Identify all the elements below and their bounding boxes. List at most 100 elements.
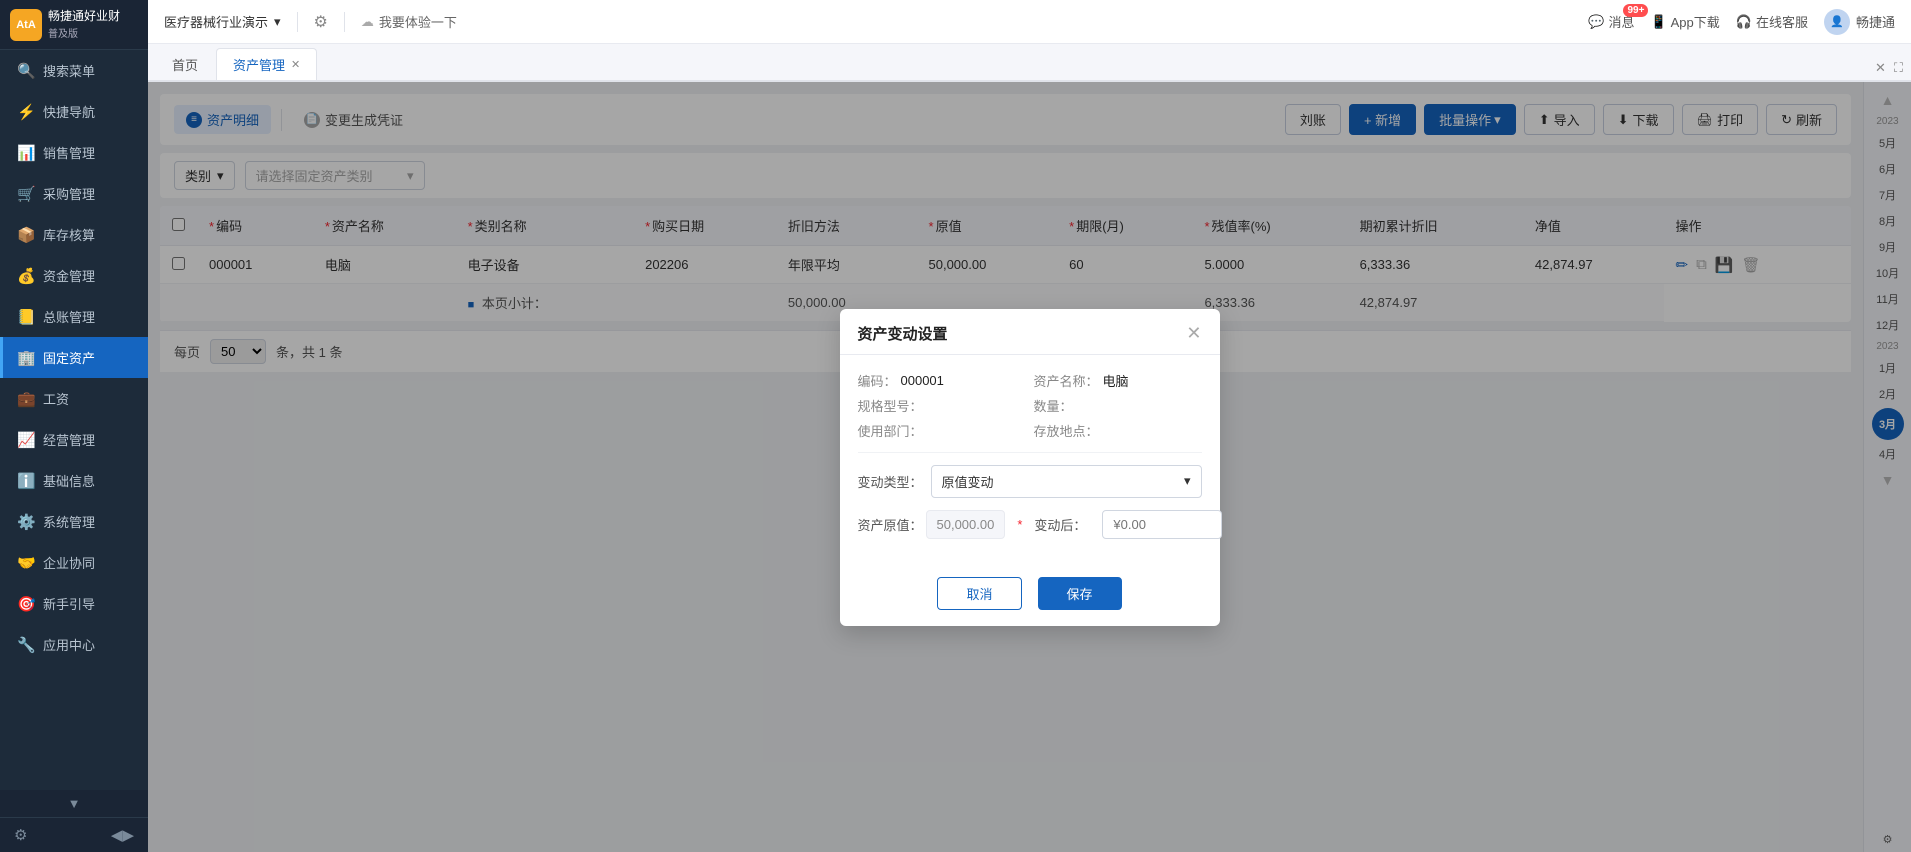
sidebar-item-label: 采购管理 — [43, 184, 95, 203]
sidebar-item-quicknav[interactable]: ⚡ 快捷导航 — [0, 91, 148, 132]
topbar-divider — [297, 12, 298, 32]
fixed-assets-icon: 🏢 — [17, 349, 35, 367]
quicknav-icon: ⚡ — [17, 103, 35, 121]
asset-change-modal: 资产变动设置 ✕ 编码： 000001 资产名称： 电脑 — [840, 309, 1220, 626]
basic-info-icon: ℹ️ — [17, 472, 35, 490]
app-download-button[interactable]: 📱 App下载 — [1650, 12, 1719, 31]
save-button[interactable]: 保存 — [1038, 577, 1122, 610]
change-type-select[interactable]: 原值变动 ▾ — [931, 465, 1202, 498]
sidebar-item-system[interactable]: ⚙️ 系统管理 — [0, 501, 148, 542]
username: 畅捷通 — [1856, 12, 1895, 31]
sidebar-item-label: 新手引导 — [43, 594, 95, 613]
window-minimize-icon[interactable]: ✕ — [1875, 60, 1886, 76]
modal-body: 编码： 000001 资产名称： 电脑 规格型号： 数量： — [840, 355, 1220, 567]
modal-title: 资产变动设置 — [858, 323, 948, 344]
company-name: 医疗器械行业演示 — [164, 12, 268, 31]
feedback-icon: ☁ — [361, 14, 374, 30]
logo-icon: AtA — [10, 9, 42, 41]
modal-header: 资产变动设置 ✕ — [840, 309, 1220, 355]
required-marker: * — [1017, 517, 1022, 532]
after-value-input[interactable] — [1102, 510, 1222, 539]
modal-code-item: 编码： 000001 — [858, 371, 1026, 390]
sidebar-item-label: 销售管理 — [43, 143, 95, 162]
tab-home[interactable]: 首页 — [156, 49, 214, 80]
online-service-button[interactable]: 🎧 在线客服 — [1736, 12, 1808, 31]
sidebar-item-label: 快捷导航 — [43, 102, 95, 121]
change-type-label: 变动类型： — [858, 472, 923, 491]
modal-footer: 取消 保存 — [840, 567, 1220, 626]
collab-icon: 🤝 — [17, 554, 35, 572]
guide-icon: 🎯 — [17, 595, 35, 613]
topbar-divider2 — [344, 12, 345, 32]
sidebar-item-guide[interactable]: 🎯 新手引导 — [0, 583, 148, 624]
sidebar-item-label: 资金管理 — [43, 266, 95, 285]
sidebar-item-search[interactable]: 🔍 搜索菜单 — [0, 50, 148, 91]
company-selector[interactable]: 医疗器械行业演示 ▾ — [164, 12, 281, 31]
sidebar-nav: 🔍 搜索菜单 ⚡ 快捷导航 📊 销售管理 🛒 采购管理 📦 库存核算 💰 资金管… — [0, 50, 148, 790]
company-dropdown-icon: ▾ — [274, 14, 281, 30]
sidebar-item-finance[interactable]: 💰 资金管理 — [0, 255, 148, 296]
cancel-button[interactable]: 取消 — [937, 577, 1021, 610]
modal-code-label: 编码： — [858, 371, 897, 390]
window-maximize-icon[interactable]: ⛶ — [1894, 60, 1903, 76]
collapse-icon[interactable]: ◀▶ — [111, 826, 134, 844]
notification-button[interactable]: 💬 消息 99+ — [1588, 12, 1634, 31]
sidebar-item-payroll[interactable]: 💼 工资 — [0, 378, 148, 419]
ledger-icon: 📒 — [17, 308, 35, 326]
content-area: ≡ 资产明细 📄 变更生成凭证 刘账 + 新增 批量操作 — [148, 82, 1911, 852]
modal-close-icon[interactable]: ✕ — [1186, 324, 1201, 342]
sidebar-logo: AtA 畅捷通好业财 普及版 — [0, 0, 148, 50]
modal-qty-label: 数量： — [1034, 396, 1073, 415]
payroll-icon: 💼 — [17, 390, 35, 408]
sidebar-item-label: 经营管理 — [43, 430, 95, 449]
sidebar-item-purchase[interactable]: 🛒 采购管理 — [0, 173, 148, 214]
modal-dept-label: 使用部门： — [858, 421, 923, 440]
original-value-display: 50,000.00 — [926, 510, 1006, 539]
change-type-field: 原值变动 ▾ — [931, 465, 1202, 498]
modal-name-label: 资产名称： — [1034, 371, 1099, 390]
purchase-icon: 🛒 — [17, 185, 35, 203]
notification-badge: 99+ — [1623, 4, 1648, 17]
app-download-icon: 📱 — [1650, 14, 1666, 30]
sidebar-item-basic-info[interactable]: ℹ️ 基础信息 — [0, 460, 148, 501]
modal-location-label: 存放地点： — [1034, 421, 1099, 440]
user-menu[interactable]: 👤 畅捷通 — [1824, 9, 1895, 35]
sidebar-item-label: 搜索菜单 — [43, 61, 95, 80]
operations-icon: 📈 — [17, 431, 35, 449]
tab-asset-management[interactable]: 资产管理 ✕ — [216, 48, 317, 80]
sidebar-item-fixed-assets[interactable]: 🏢 固定资产 — [0, 337, 148, 378]
topbar: 医疗器械行业演示 ▾ ⚙ ☁ 我要体验一下 💬 消息 99+ 📱 App下载 🎧… — [148, 0, 1911, 44]
settings-icon[interactable]: ⚙ — [14, 826, 27, 844]
service-label: 在线客服 — [1756, 12, 1808, 31]
sidebar-bottom: ⚙ ◀▶ — [0, 817, 148, 852]
app-name: 畅捷通好业财 — [48, 9, 120, 25]
sidebar-item-inventory[interactable]: 📦 库存核算 — [0, 214, 148, 255]
sidebar-scroll-down[interactable]: ▼ — [0, 790, 148, 817]
sales-icon: 📊 — [17, 144, 35, 162]
app-edition: 普及版 — [48, 25, 120, 40]
sidebar-item-label: 工资 — [43, 389, 69, 408]
modal-spec-item: 规格型号： — [858, 396, 1026, 415]
inventory-icon: 📦 — [17, 226, 35, 244]
system-icon: ⚙️ — [17, 513, 35, 531]
sidebar-item-label: 总账管理 — [43, 307, 95, 326]
settings-button[interactable]: ⚙ — [314, 12, 328, 32]
modal-spec-label: 规格型号： — [858, 396, 923, 415]
sidebar-item-appstore[interactable]: 🔧 应用中心 — [0, 624, 148, 665]
original-value-label: 资产原值： — [858, 515, 918, 534]
modal-qty-item: 数量： — [1034, 396, 1202, 415]
sidebar-item-sales[interactable]: 📊 销售管理 — [0, 132, 148, 173]
modal-name-item: 资产名称： 电脑 — [1034, 371, 1202, 390]
tab-close-icon[interactable]: ✕ — [291, 58, 300, 71]
feedback-button[interactable]: ☁ 我要体验一下 — [361, 12, 457, 31]
topbar-right: 💬 消息 99+ 📱 App下载 🎧 在线客服 👤 畅捷通 — [1588, 9, 1895, 35]
avatar: 👤 — [1824, 9, 1850, 35]
main-area: 医疗器械行业演示 ▾ ⚙ ☁ 我要体验一下 💬 消息 99+ 📱 App下载 🎧… — [148, 0, 1911, 852]
modal-overlay: 资产变动设置 ✕ 编码： 000001 资产名称： 电脑 — [148, 82, 1911, 852]
sidebar-item-operations[interactable]: 📈 经营管理 — [0, 419, 148, 460]
after-label: 变动后： — [1034, 515, 1094, 534]
sidebar-item-ledger[interactable]: 📒 总账管理 — [0, 296, 148, 337]
sidebar-item-label: 系统管理 — [43, 512, 95, 531]
sidebar-item-label: 企业协同 — [43, 553, 95, 572]
sidebar-item-collab[interactable]: 🤝 企业协同 — [0, 542, 148, 583]
